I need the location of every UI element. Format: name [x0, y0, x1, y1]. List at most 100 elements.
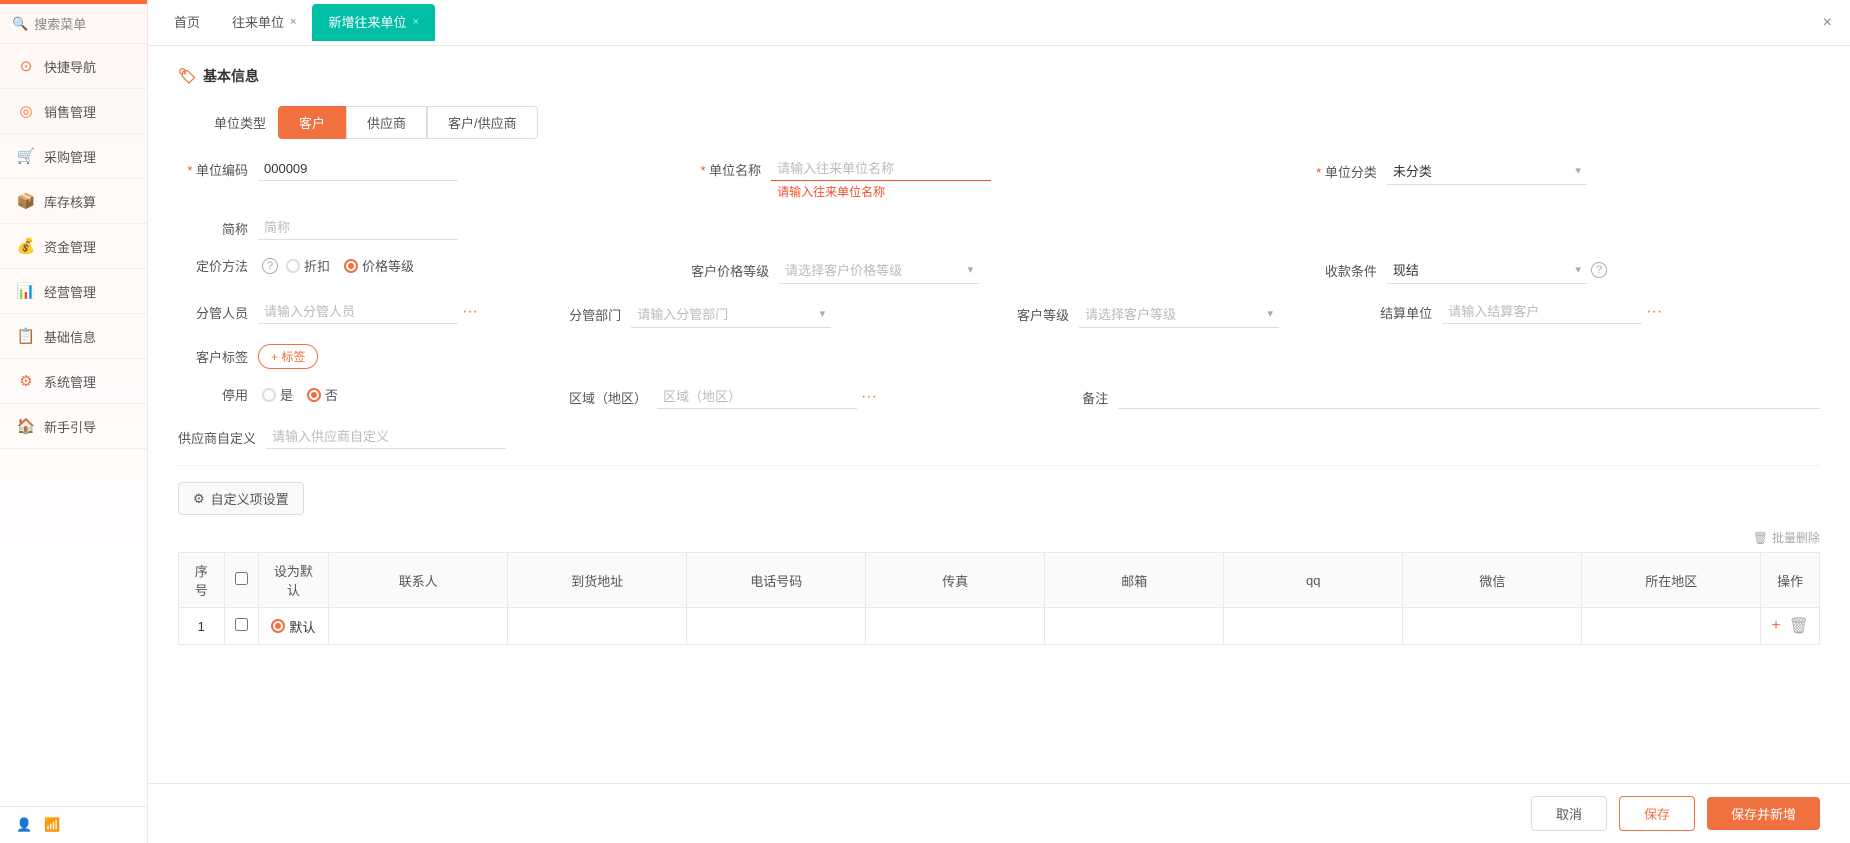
department-label: 分管部门 [551, 305, 631, 324]
code-label: 单位编码 [178, 160, 258, 179]
row-qq-input[interactable] [1234, 619, 1392, 634]
finance-icon: 💰 [16, 236, 36, 256]
sidebar-bottom-icon2[interactable]: 📶 [44, 817, 60, 833]
sidebar-bottom-icon1[interactable]: 👤 [16, 817, 32, 833]
row-address [508, 608, 687, 645]
sidebar-item-quick-nav[interactable]: ⊙ 快捷导航 [0, 44, 147, 89]
field-pricing: 定价方法 ? 折扣 价格等级 [178, 256, 691, 275]
row-phone-input[interactable] [697, 619, 855, 634]
batch-delete-icon: 🗑 [1753, 531, 1768, 545]
row-area-input[interactable] [1592, 619, 1750, 634]
radio-disable-yes-circle [262, 388, 276, 402]
add-tag-btn[interactable]: + 标签 [258, 344, 318, 369]
region-label: 区域（地区） [569, 388, 657, 407]
payment-help-icon[interactable]: ? [1591, 262, 1607, 278]
unit-type-both-btn[interactable]: 客户/供应商 [427, 106, 538, 139]
payment-select[interactable]: 现结 ▾ [1387, 256, 1587, 284]
category-select[interactable]: 未分类 ▾ [1387, 157, 1587, 185]
form-area: 🏷 基本信息 单位类型 客户 供应商 客户/供应商 单位编码 单位名称 请输 [148, 46, 1850, 783]
custom-settings-label: 自定义项设置 [211, 489, 289, 508]
field-department: 分管部门 请输入分管部门 ▾ [551, 300, 999, 328]
radio-price-level[interactable]: 价格等级 [344, 256, 414, 275]
row-checkbox-input[interactable] [235, 618, 248, 631]
tab-home[interactable]: 首页 [158, 4, 216, 41]
row-email [1045, 608, 1224, 645]
th-fax: 传真 [866, 553, 1045, 608]
manager-input[interactable] [258, 300, 458, 324]
sidebar-item-guide[interactable]: 🏠 新手引导 [0, 404, 147, 449]
field-remark: 备注 [1038, 385, 1820, 409]
sidebar-item-system[interactable]: ⚙ 系统管理 [0, 359, 147, 404]
th-checkbox [224, 553, 258, 608]
supplier-custom-input[interactable] [266, 425, 506, 449]
save-new-button[interactable]: 保存并新增 [1707, 797, 1820, 830]
payment-label: 收款条件 [1307, 261, 1387, 280]
sidebar-item-operations[interactable]: 📊 经营管理 [0, 269, 147, 314]
name-label: 单位名称 [691, 160, 771, 179]
row-default-label: 默认 [289, 617, 315, 636]
tab-bar-close-all[interactable]: × [1815, 10, 1840, 36]
customer-level-placeholder: 请选择客户等级 [1085, 304, 1263, 323]
customer-price-level-placeholder: 请选择客户价格等级 [785, 260, 963, 279]
pricing-help-icon[interactable]: ? [262, 258, 278, 274]
radio-disable-no[interactable]: 否 [307, 385, 338, 404]
th-area: 所在地区 [1582, 553, 1761, 608]
row-fax-input[interactable] [876, 619, 1034, 634]
save-button[interactable]: 保存 [1619, 796, 1695, 831]
sidebar-search[interactable]: 🔍 搜索菜单 [0, 4, 147, 44]
radio-disable-no-label: 否 [325, 385, 338, 404]
batch-delete-label[interactable]: 批量删除 [1772, 529, 1820, 546]
tab-partners[interactable]: 往来单位 × [216, 4, 312, 41]
row-wechat-input[interactable] [1413, 619, 1571, 634]
sidebar-item-label: 经营管理 [44, 282, 96, 301]
region-input[interactable] [657, 385, 857, 409]
row-qq [1224, 608, 1403, 645]
sidebar-item-finance[interactable]: 💰 资金管理 [0, 224, 147, 269]
name-input[interactable] [771, 157, 991, 181]
row-default-radio[interactable] [271, 619, 285, 633]
radio-discount[interactable]: 折扣 [286, 256, 330, 275]
name-error-text: 请输入往来单位名称 [777, 183, 885, 200]
settlement-more-btn[interactable]: ··· [1642, 303, 1666, 321]
unit-type-supplier-btn[interactable]: 供应商 [346, 106, 427, 139]
form-row-supplier-custom: 供应商自定义 [178, 425, 1820, 449]
th-qq: qq [1224, 553, 1403, 608]
operations-icon: 📊 [16, 281, 36, 301]
sidebar-item-inventory[interactable]: 📦 库存核算 [0, 179, 147, 224]
row-delete-btn[interactable]: 🗑 [1789, 616, 1809, 636]
field-tags: 客户标签 + 标签 [178, 344, 1820, 369]
customer-price-level-select[interactable]: 请选择客户价格等级 ▾ [779, 256, 979, 284]
tab-partners-label: 往来单位 [232, 12, 284, 31]
settlement-input[interactable] [1442, 300, 1642, 324]
row-address-input[interactable] [518, 619, 676, 634]
remark-input[interactable] [1118, 385, 1820, 409]
tab-partners-close[interactable]: × [290, 16, 296, 28]
sidebar-item-purchase[interactable]: 🛒 采购管理 [0, 134, 147, 179]
row-add-btn[interactable]: + [1771, 617, 1780, 635]
radio-disable-yes[interactable]: 是 [262, 385, 293, 404]
th-checkbox-input[interactable] [235, 572, 248, 585]
radio-price-level-label: 价格等级 [362, 256, 414, 275]
unit-type-customer-btn[interactable]: 客户 [278, 106, 346, 139]
tab-new-partner[interactable]: 新增往来单位 × [312, 4, 434, 41]
shortname-input[interactable] [258, 216, 458, 240]
sidebar-item-basic-info[interactable]: 📋 基础信息 [0, 314, 147, 359]
department-select[interactable]: 请输入分管部门 ▾ [631, 300, 831, 328]
tab-new-partner-label: 新增往来单位 [328, 12, 406, 31]
row-email-input[interactable] [1055, 619, 1213, 634]
customer-level-select[interactable]: 请选择客户等级 ▾ [1079, 300, 1279, 328]
remark-label: 备注 [1038, 388, 1118, 407]
tab-new-partner-close[interactable]: × [412, 16, 418, 28]
cancel-button[interactable]: 取消 [1531, 796, 1607, 831]
region-more-btn[interactable]: ··· [857, 388, 881, 406]
custom-settings-btn[interactable]: ⚙ 自定义项设置 [178, 482, 304, 515]
sidebar-item-label: 采购管理 [44, 147, 96, 166]
sidebar-item-sales[interactable]: ◎ 销售管理 [0, 89, 147, 134]
section-title-text: 基本信息 [203, 66, 259, 86]
purchase-icon: 🛒 [16, 146, 36, 166]
row-contact-input[interactable] [339, 619, 497, 634]
contacts-table: 序号 设为默认 联系人 到货地址 电话号码 传真 邮箱 qq 微信 所在地区 操… [178, 552, 1820, 645]
code-input[interactable] [258, 157, 458, 181]
manager-more-btn[interactable]: ··· [458, 303, 482, 321]
field-manager: 分管人员 ··· [178, 300, 551, 324]
